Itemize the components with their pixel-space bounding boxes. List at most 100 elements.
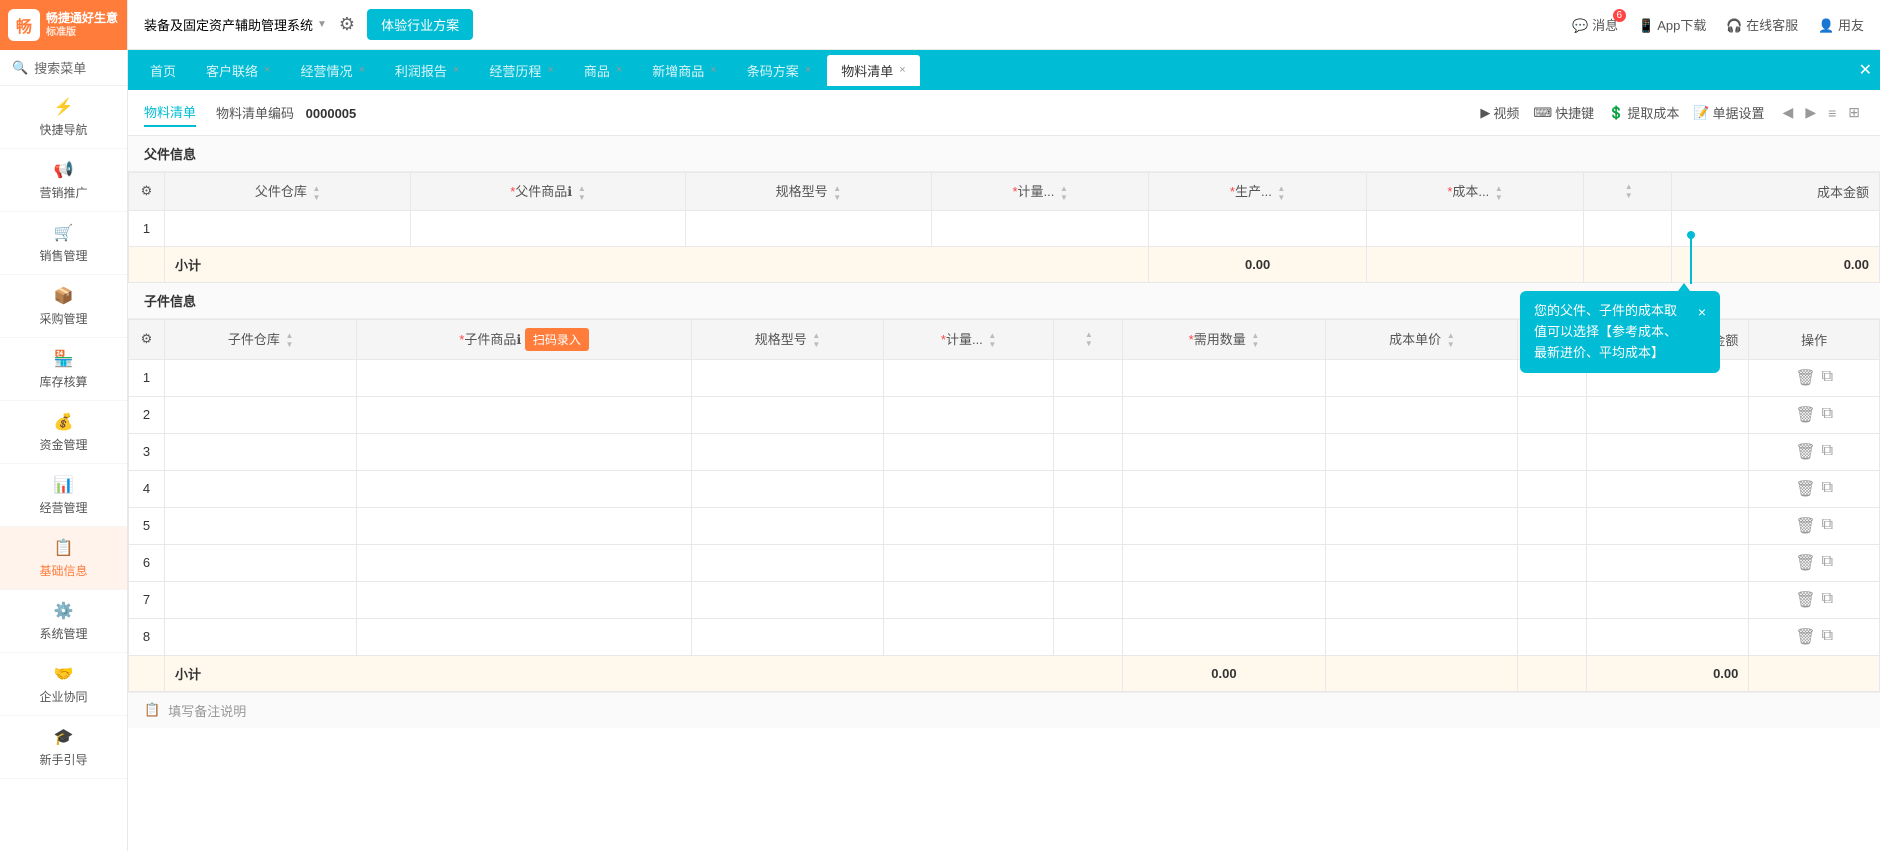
child-row1-spec[interactable] [691, 359, 883, 396]
tab-profit[interactable]: 利润报告 × [381, 55, 473, 86]
parent-row1-cost[interactable] [1366, 210, 1583, 246]
parent-row1-goods[interactable] [411, 210, 686, 246]
child-row4-warehouse[interactable] [165, 470, 357, 507]
scan-button[interactable]: 扫码录入 [525, 328, 589, 351]
sub-tab-bom-list[interactable]: 物料清单 [144, 98, 196, 127]
tab-close-barcode[interactable]: × [805, 64, 811, 76]
delete-icon-row8[interactable]: 🗑 [1795, 627, 1815, 647]
delete-icon-row5[interactable]: 🗑 [1795, 516, 1815, 536]
child-row8-goods[interactable] [357, 618, 692, 655]
child-row7-spec[interactable] [691, 581, 883, 618]
child-row8-spec[interactable] [691, 618, 883, 655]
child-row3-warehouse[interactable] [165, 433, 357, 470]
copy-icon-row2[interactable]: ⧉ [1822, 405, 1833, 425]
child-row8-unit-cost[interactable] [1326, 618, 1518, 655]
nav-next-icon[interactable]: ▶ [1801, 102, 1820, 123]
child-row6-unit-cost[interactable] [1326, 544, 1518, 581]
parent-row1-spec[interactable] [685, 210, 931, 246]
delete-icon-row7[interactable]: 🗑 [1795, 590, 1815, 610]
child-row5-warehouse[interactable] [165, 507, 357, 544]
child-row7-qty[interactable] [1122, 581, 1326, 618]
parent-row1-warehouse[interactable] [165, 210, 411, 246]
tab-close-bom[interactable]: × [899, 64, 905, 76]
sidebar-item-purchase[interactable]: 📦 采购管理 [0, 275, 127, 338]
child-row6-spec[interactable] [691, 544, 883, 581]
child-row1-qty[interactable] [1122, 359, 1326, 396]
delete-icon-row1[interactable]: 🗑 [1795, 368, 1815, 388]
system-title-dropdown[interactable]: 装备及固定资产辅助管理系统 ▼ [144, 15, 327, 34]
child-row1-unit[interactable] [884, 359, 1054, 396]
child-row5-goods[interactable] [357, 507, 692, 544]
child-row4-unit-cost[interactable] [1326, 470, 1518, 507]
sidebar-item-enterprise[interactable]: 🤝 企业协同 [0, 653, 127, 716]
single-settings-button[interactable]: 📝 单据设置 [1693, 103, 1764, 122]
settings-icon[interactable]: ⚙ [339, 14, 355, 35]
tab-new-goods[interactable]: 新增商品 × [638, 55, 730, 86]
trial-button[interactable]: 体验行业方案 [367, 9, 473, 40]
copy-icon-row6[interactable]: ⧉ [1822, 553, 1833, 573]
message-button[interactable]: 💬 6 消息 [1572, 15, 1618, 34]
child-row5-spec[interactable] [691, 507, 883, 544]
copy-icon-row7[interactable]: ⧉ [1822, 590, 1833, 610]
copy-icon-row8[interactable]: ⧉ [1822, 627, 1833, 647]
child-row6-unit[interactable] [884, 544, 1054, 581]
child-row5-unit[interactable] [884, 507, 1054, 544]
child-row7-unit[interactable] [884, 581, 1054, 618]
child-row1-unit-cost[interactable] [1326, 359, 1518, 396]
delete-icon-row2[interactable]: 🗑 [1795, 405, 1815, 425]
sidebar-item-quick-nav[interactable]: ⚡ 快捷导航 [0, 86, 127, 149]
child-row6-warehouse[interactable] [165, 544, 357, 581]
copy-icon-row1[interactable]: ⧉ [1822, 368, 1833, 388]
online-service-button[interactable]: 🎧 在线客服 [1726, 15, 1798, 34]
child-row7-unit-cost[interactable] [1326, 581, 1518, 618]
video-button[interactable]: ▶ 视频 [1480, 103, 1519, 122]
child-row6-goods[interactable] [357, 544, 692, 581]
child-row2-unit-cost[interactable] [1326, 396, 1518, 433]
copy-icon-row5[interactable]: ⧉ [1822, 516, 1833, 536]
parent-row1-unit[interactable] [932, 210, 1149, 246]
sidebar-item-finance[interactable]: 💰 资金管理 [0, 401, 127, 464]
tab-close-goods[interactable]: × [616, 64, 622, 76]
child-row5-qty[interactable] [1122, 507, 1326, 544]
user-menu[interactable]: 👤 用友 [1818, 15, 1864, 34]
tab-bar-close-icon[interactable]: ✕ [1859, 60, 1872, 80]
child-row4-spec[interactable] [691, 470, 883, 507]
child-row1-warehouse[interactable] [165, 359, 357, 396]
tab-goods[interactable]: 商品 × [570, 55, 636, 86]
child-row7-warehouse[interactable] [165, 581, 357, 618]
child-row3-unit-cost[interactable] [1326, 433, 1518, 470]
note-hint[interactable]: 填写备注说明 [168, 701, 246, 720]
child-row3-spec[interactable] [691, 433, 883, 470]
child-row1-goods[interactable] [357, 359, 692, 396]
tab-close-profit[interactable]: × [453, 64, 459, 76]
child-row4-unit[interactable] [884, 470, 1054, 507]
child-row2-goods[interactable] [357, 396, 692, 433]
parent-row1-production[interactable] [1149, 210, 1366, 246]
tab-close-history[interactable]: × [547, 64, 553, 76]
nav-expand-icon[interactable]: ⊞ [1844, 102, 1864, 123]
sidebar-item-inventory[interactable]: 🏪 库存核算 [0, 338, 127, 401]
tab-bom[interactable]: 物料清单 × [827, 55, 919, 86]
sidebar-search[interactable]: 🔍 搜索菜单 [0, 50, 127, 86]
sidebar-item-newbie[interactable]: 🎓 新手引导 [0, 716, 127, 779]
sidebar-item-basic-info[interactable]: 📋 基础信息 [0, 527, 127, 590]
child-row3-unit[interactable] [884, 433, 1054, 470]
sidebar-item-operations[interactable]: 📊 经营管理 [0, 464, 127, 527]
delete-icon-row4[interactable]: 🗑 [1795, 479, 1815, 499]
tooltip-close-icon[interactable]: × [1698, 301, 1706, 323]
child-row4-qty[interactable] [1122, 470, 1326, 507]
nav-list-icon[interactable]: ≡ [1824, 103, 1840, 123]
tab-history[interactable]: 经营历程 × [475, 55, 567, 86]
tab-operations[interactable]: 经营情况 × [286, 55, 378, 86]
child-row4-goods[interactable] [357, 470, 692, 507]
tab-home[interactable]: 首页 [136, 55, 190, 86]
child-row3-goods[interactable] [357, 433, 692, 470]
tab-barcode[interactable]: 条码方案 × [733, 55, 825, 86]
child-row2-warehouse[interactable] [165, 396, 357, 433]
child-row5-unit-cost[interactable] [1326, 507, 1518, 544]
tab-close-operations[interactable]: × [358, 64, 364, 76]
tab-close-customers[interactable]: × [264, 64, 270, 76]
cost-button[interactable]: 💲 提取成本 [1608, 103, 1679, 122]
delete-icon-row6[interactable]: 🗑 [1795, 553, 1815, 573]
child-row2-unit[interactable] [884, 396, 1054, 433]
